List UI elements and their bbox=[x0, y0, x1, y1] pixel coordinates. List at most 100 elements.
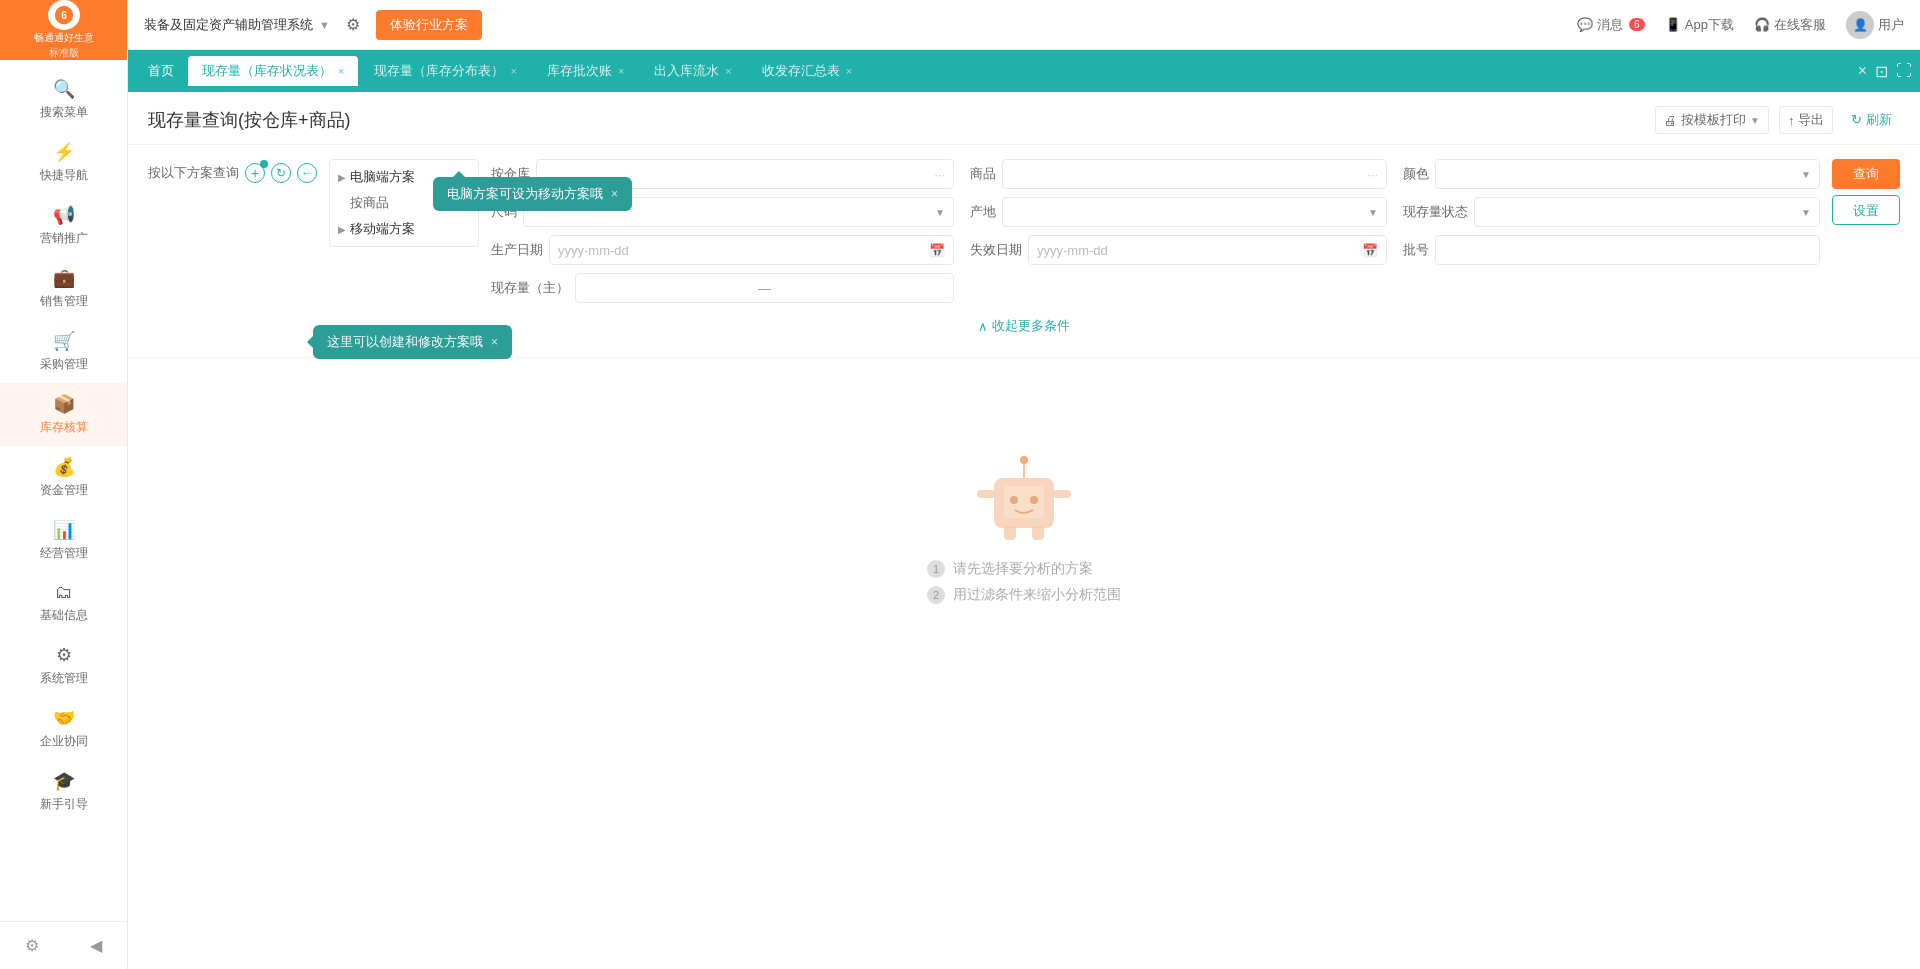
sidebar-label-base: 基础信息 bbox=[40, 607, 88, 624]
sidebar-item-coop[interactable]: 🤝 企业协同 bbox=[0, 697, 127, 760]
goods-select[interactable]: ··· bbox=[1002, 159, 1387, 189]
sidebar-item-finance[interactable]: 💰 资金管理 bbox=[0, 446, 127, 509]
sidebar-item-search[interactable]: 🔍 搜索菜单 bbox=[0, 68, 127, 131]
tab-inout-flow-close[interactable]: × bbox=[725, 65, 731, 77]
color-arrow: ▼ bbox=[1801, 169, 1811, 180]
tab-collect-summary[interactable]: 收发存汇总表 × bbox=[748, 56, 866, 86]
trial-button[interactable]: 体验行业方案 bbox=[376, 10, 482, 40]
svg-point-4 bbox=[1010, 496, 1018, 504]
scheme-mobile[interactable]: ▶ 移动端方案 bbox=[330, 216, 478, 242]
svg-rect-6 bbox=[977, 490, 995, 498]
expire-date-input[interactable]: yyyy-mm-dd 📅 bbox=[1028, 235, 1387, 265]
setting-button[interactable]: 设置 bbox=[1832, 195, 1900, 225]
produce-date-input[interactable]: yyyy-mm-dd 📅 bbox=[549, 235, 954, 265]
sidebar-item-inventory[interactable]: 📦 库存核算 bbox=[0, 383, 127, 446]
tab-inventory-dist-close[interactable]: × bbox=[510, 65, 516, 77]
scheme-pc-arrow: ▶ bbox=[338, 172, 346, 183]
scheme-mobile-arrow: ▶ bbox=[338, 224, 346, 235]
sidebar-label-guide: 快捷导航 bbox=[40, 167, 88, 184]
stock-qty-from[interactable] bbox=[584, 281, 752, 296]
top-header: 装备及固定资产辅助管理系统 ▼ ⚙ 体验行业方案 💬 消息 6 📱 App下载 … bbox=[128, 0, 1920, 50]
origin-select[interactable]: ▼ bbox=[1002, 197, 1387, 227]
refresh-scheme-icon[interactable]: ↻ bbox=[271, 163, 291, 183]
guide-icon: ⚡ bbox=[53, 141, 75, 163]
field-color: 颜色 ▼ bbox=[1403, 159, 1820, 189]
sidebar-label-marketing: 营销推广 bbox=[40, 230, 88, 247]
header-user[interactable]: 👤 用户 bbox=[1846, 11, 1904, 39]
scheme-tooltip-close[interactable]: × bbox=[611, 187, 618, 201]
search-icon: 🔍 bbox=[53, 78, 75, 100]
produce-date-label: 生产日期 bbox=[491, 241, 543, 259]
system-dropdown-icon: ▼ bbox=[319, 19, 330, 31]
tab-inout-flow[interactable]: 出入库流水 × bbox=[640, 56, 745, 86]
header-app-download[interactable]: 📱 App下载 bbox=[1665, 16, 1734, 34]
sidebar-collapse-btn[interactable]: ◀ bbox=[86, 932, 106, 959]
sidebar-item-guide[interactable]: ⚡ 快捷导航 bbox=[0, 131, 127, 194]
tip-num-2: 2 bbox=[927, 586, 945, 604]
tab-home[interactable]: 首页 bbox=[136, 56, 186, 86]
produce-date-placeholder: yyyy-mm-dd bbox=[558, 243, 929, 258]
sidebar: 6 畅通通好生意 标准版 🔍 搜索菜单 ⚡ 快捷导航 📢 营销推广 💼 销售管理… bbox=[0, 0, 128, 969]
tab-collect-summary-label: 收发存汇总表 bbox=[762, 62, 840, 80]
tab-close-all-icon[interactable]: × bbox=[1858, 62, 1867, 80]
print-btn[interactable]: 🖨 按模板打印 ▼ bbox=[1655, 106, 1769, 134]
header-message[interactable]: 💬 消息 6 bbox=[1577, 16, 1645, 34]
tab-inventory-status[interactable]: 现存量（库存状况表） × bbox=[188, 56, 358, 86]
export-label: 导出 bbox=[1798, 111, 1824, 129]
stock-status-select[interactable]: ▼ bbox=[1474, 197, 1820, 227]
sidebar-item-sales[interactable]: 💼 销售管理 bbox=[0, 257, 127, 320]
tab-restore-icon[interactable]: ⊡ bbox=[1875, 62, 1888, 81]
header-support[interactable]: 🎧 在线客服 bbox=[1754, 16, 1826, 34]
message-icon: 💬 bbox=[1577, 17, 1593, 32]
tab-inventory-dist[interactable]: 现存量（库存分布表） × bbox=[360, 56, 530, 86]
sidebar-nav: 🔍 搜索菜单 ⚡ 快捷导航 📢 营销推广 💼 销售管理 🛒 采购管理 📦 库存核… bbox=[0, 60, 127, 921]
tab-inventory-status-close[interactable]: × bbox=[338, 65, 344, 77]
filter-label-area: 按以下方案查询 + ↻ ← bbox=[148, 159, 317, 183]
warehouse-dots: ··· bbox=[934, 167, 945, 182]
color-select[interactable]: ▼ bbox=[1435, 159, 1820, 189]
export-btn[interactable]: ↑ 导出 bbox=[1779, 106, 1834, 134]
create-tooltip-close[interactable]: × bbox=[491, 335, 498, 349]
sidebar-settings-btn[interactable]: ⚙ bbox=[21, 932, 43, 959]
back-scheme-icon[interactable]: ← bbox=[297, 163, 317, 183]
batch-no-input[interactable] bbox=[1435, 235, 1820, 265]
sidebar-label-purchase: 采购管理 bbox=[40, 356, 88, 373]
sidebar-logo: 6 畅通通好生意 标准版 bbox=[0, 0, 127, 60]
field-origin: 产地 ▼ bbox=[970, 197, 1387, 227]
goods-dots: ··· bbox=[1367, 167, 1378, 182]
tab-expand-icon[interactable]: ⛶ bbox=[1896, 62, 1912, 80]
sidebar-item-base[interactable]: 🗂 基础信息 bbox=[0, 572, 127, 634]
search-button[interactable]: 查询 bbox=[1832, 159, 1900, 189]
collapse-filter-btn[interactable]: ∧ 收起更多条件 bbox=[978, 317, 1070, 335]
logo-text: 标准版 bbox=[49, 46, 79, 60]
print-label: 按模板打印 bbox=[1681, 111, 1746, 129]
sidebar-item-marketing[interactable]: 📢 营销推广 bbox=[0, 194, 127, 257]
sidebar-label-sales: 销售管理 bbox=[40, 293, 88, 310]
sidebar-item-operation[interactable]: 📊 经营管理 bbox=[0, 509, 127, 572]
sidebar-label-coop: 企业协同 bbox=[40, 733, 88, 750]
sidebar-bottom: ⚙ ◀ bbox=[0, 921, 127, 969]
add-scheme-btn[interactable]: + bbox=[245, 163, 265, 183]
size-arrow: ▼ bbox=[935, 207, 945, 218]
sidebar-item-system[interactable]: ⚙ 系统管理 bbox=[0, 634, 127, 697]
sidebar-item-newbie[interactable]: 🎓 新手引导 bbox=[0, 760, 127, 823]
tab-collect-summary-close[interactable]: × bbox=[846, 65, 852, 77]
base-icon: 🗂 bbox=[55, 582, 73, 603]
empty-svg bbox=[969, 438, 1079, 548]
field-expire-date: 失效日期 yyyy-mm-dd 📅 bbox=[970, 235, 1387, 265]
stock-qty-range: — bbox=[575, 273, 954, 303]
finance-icon: 💰 bbox=[53, 456, 75, 478]
tab-inventory-batch-close[interactable]: × bbox=[618, 65, 624, 77]
scheme-tooltip-text: 电脑方案可设为移动方案哦 bbox=[447, 185, 603, 203]
tab-inventory-batch[interactable]: 库存批次账 × bbox=[533, 56, 638, 86]
app-label: App下载 bbox=[1685, 16, 1734, 34]
header-settings-icon[interactable]: ⚙ bbox=[346, 15, 360, 34]
sidebar-item-purchase[interactable]: 🛒 采购管理 bbox=[0, 320, 127, 383]
refresh-btn[interactable]: ↻ 刷新 bbox=[1843, 107, 1900, 133]
stock-qty-to[interactable] bbox=[777, 281, 945, 296]
sidebar-label-operation: 经营管理 bbox=[40, 545, 88, 562]
collapse-label: 收起更多条件 bbox=[992, 317, 1070, 335]
coop-icon: 🤝 bbox=[53, 707, 75, 729]
stock-status-arrow: ▼ bbox=[1801, 207, 1811, 218]
scheme-tooltip-box: 电脑方案可设为移动方案哦 × bbox=[433, 177, 632, 211]
